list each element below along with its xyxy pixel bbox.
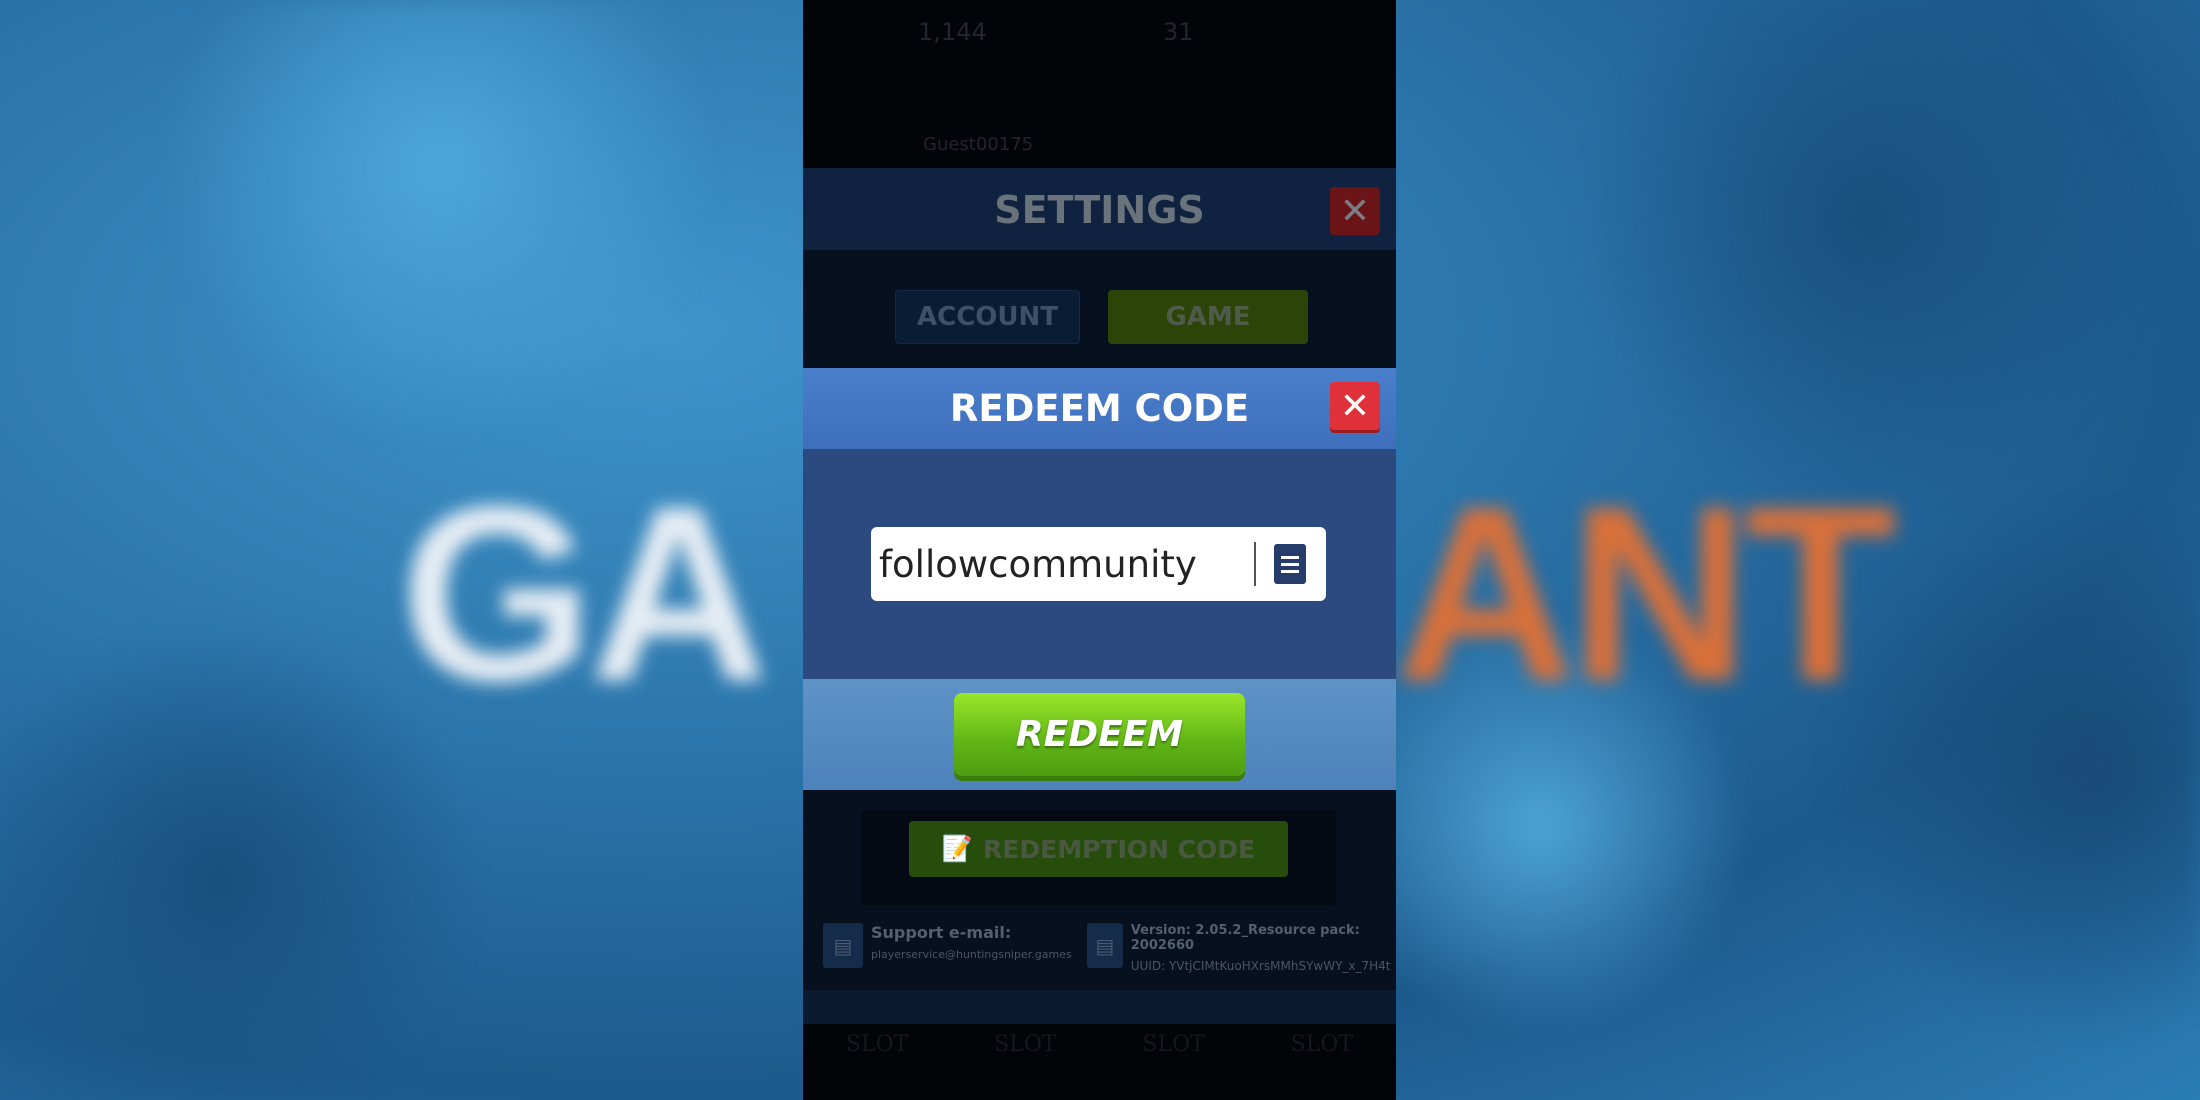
redemption-code-label: REDEMPTION CODE xyxy=(983,834,1256,864)
slot-label[interactable]: SLOT xyxy=(1291,1032,1353,1057)
redeem-close-button[interactable]: ✕ xyxy=(1330,382,1380,430)
background-word-left: GA xyxy=(400,454,769,733)
bottom-band xyxy=(803,990,1396,1024)
clipboard-icon[interactable] xyxy=(1274,544,1306,584)
support-info: ▤ Support e-mail: playerservice@huntingsn… xyxy=(823,923,1072,968)
redeem-dialog-header: REDEEM CODE ✕ xyxy=(803,368,1396,449)
slot-label[interactable]: SLOT xyxy=(846,1032,908,1057)
document-icon: ▤ xyxy=(823,923,863,968)
redeem-dialog-body: followcommunity xyxy=(803,449,1396,679)
tab-game[interactable]: GAME xyxy=(1108,290,1308,344)
settings-close-button[interactable]: ✕ xyxy=(1330,187,1380,235)
support-email[interactable]: playerservice@huntingsniper.games xyxy=(871,948,1072,961)
tab-account[interactable]: ACCOUNT xyxy=(895,290,1080,344)
redeem-dialog-footer: REDEEM xyxy=(803,679,1396,790)
uuid-text: UUID: YVtjCIMtKuoHXrsMMhSYwWY_x_7H4t xyxy=(1130,959,1391,973)
slot-label[interactable]: SLOT xyxy=(994,1032,1056,1057)
slot-label[interactable]: SLOT xyxy=(1142,1032,1204,1057)
version-info: ▤ Version: 2.05.2_Resource pack: 2002660… xyxy=(1087,923,1396,973)
settings-header: SETTINGS ✕ xyxy=(803,168,1396,250)
redeem-button[interactable]: REDEEM xyxy=(954,693,1245,776)
settings-title: SETTINGS xyxy=(994,188,1205,232)
background-word-right: ANT xyxy=(1395,454,1897,733)
document-icon: ▤ xyxy=(1087,923,1123,968)
close-icon: ✕ xyxy=(1339,190,1371,232)
currency2: 31 xyxy=(1163,18,1194,46)
slot-row: SLOT SLOT SLOT SLOT xyxy=(803,1032,1396,1057)
document-edit-icon: 📝 xyxy=(941,834,974,863)
code-input[interactable]: followcommunity xyxy=(871,527,1326,601)
game-screen: 1,144 31 Guest00175 SETTINGS ✕ ACCOUNT G… xyxy=(803,0,1396,1100)
divider xyxy=(1254,542,1256,586)
player-name: Guest00175 xyxy=(923,134,1034,155)
currency1: 1,144 xyxy=(918,18,987,46)
version-text: Version: 2.05.2_Resource pack: 2002660 xyxy=(1130,923,1360,953)
support-label: Support e-mail: xyxy=(871,923,1012,942)
close-icon: ✕ xyxy=(1339,385,1371,427)
redeem-dialog-title: REDEEM CODE xyxy=(949,387,1250,430)
code-input-value[interactable]: followcommunity xyxy=(871,543,1254,586)
redemption-code-button[interactable]: 📝 REDEMPTION CODE xyxy=(909,821,1288,877)
